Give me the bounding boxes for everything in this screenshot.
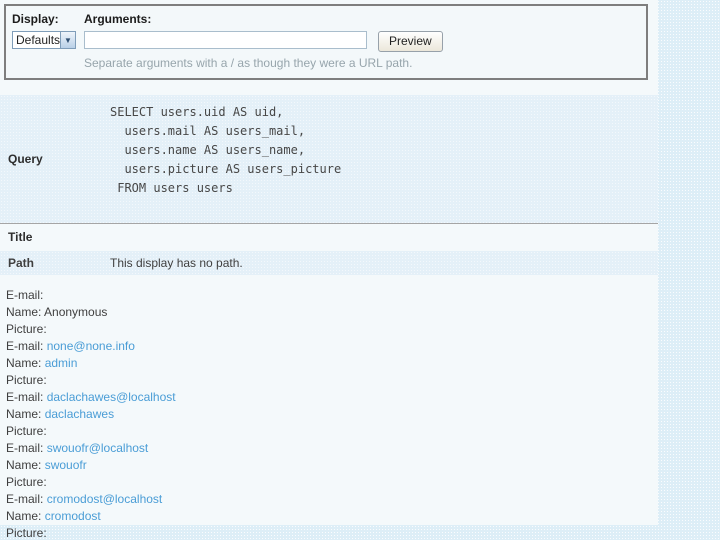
list-item: E-mail: none@none.info [6,340,658,352]
picture-field-label: Picture: [6,373,47,387]
list-item: E-mail: daclachawes@localhost [6,391,658,403]
email-link[interactable]: none@none.info [47,339,135,353]
email-link[interactable]: swouofr@localhost [47,441,149,455]
name-field-label: Name: [6,458,42,472]
arguments-row: Preview [84,31,638,52]
name-link[interactable]: swouofr [45,458,87,472]
email-field-label: E-mail: [6,339,44,353]
list-item: E-mail: swouofr@localhost [6,442,658,454]
arguments-input[interactable] [84,31,367,49]
list-item: Picture: [6,374,658,386]
list-item: E-mail: [6,289,658,301]
query-row: Query SELECT users.uid AS uid, users.mai… [0,95,658,224]
list-item: Name: cromodost [6,510,658,522]
query-label: Query [0,95,110,224]
name-link[interactable]: daclachawes [45,407,114,421]
arguments-help: Separate arguments with a / as though th… [84,56,413,70]
preview-form: Display: Defaults ▼ Arguments: Preview S… [4,4,648,80]
list-item: E-mail: cromodost@localhost [6,493,658,505]
list-item: Name: swouofr [6,459,658,471]
email-link[interactable]: daclachawes@localhost [47,390,176,404]
path-label: Path [0,251,110,275]
display-select[interactable]: Defaults ▼ [12,31,76,49]
picture-field-label: Picture: [6,424,47,438]
display-column: Display: Defaults ▼ [12,12,78,49]
email-field-label: E-mail: [6,390,44,404]
title-label: Title [0,223,110,251]
email-field-label: E-mail: [6,492,44,506]
list-item: Picture: [6,323,658,335]
preview-results: E-mail: Name: Anonymous Picture: E-mail:… [6,289,658,539]
name-field-label: Name: [6,305,42,319]
path-value: This display has no path. [110,251,658,275]
picture-field-label: Picture: [6,475,47,489]
list-item: Name: Anonymous [6,306,658,318]
query-sql: SELECT users.uid AS uid, users.mail AS u… [110,105,342,195]
main-content: Display: Defaults ▼ Arguments: Preview S… [0,0,658,539]
name-link[interactable]: cromodost [45,509,101,523]
arguments-label: Arguments: [84,12,152,26]
view-summary-table: Query SELECT users.uid AS uid, users.mai… [0,95,658,275]
list-item: Name: admin [6,357,658,369]
list-item: Picture: [6,425,658,437]
list-item: Picture: [6,527,658,539]
name-field-label: Name: [6,509,42,523]
title-row: Title [0,223,658,251]
name-field-label: Name: [6,356,42,370]
name-link[interactable]: admin [45,356,78,370]
name-value: Anonymous [44,305,108,319]
email-field-label: E-mail: [6,288,44,302]
display-select-value: Defaults [16,33,61,47]
chevron-down-icon: ▼ [60,32,75,48]
picture-field-label: Picture: [6,526,47,540]
arguments-column: Arguments: Preview Separate arguments wi… [84,12,638,70]
title-value [110,223,658,251]
display-label: Display: [12,12,59,26]
list-item: Picture: [6,476,658,488]
picture-field-label: Picture: [6,322,47,336]
email-field-label: E-mail: [6,441,44,455]
list-item: Name: daclachawes [6,408,658,420]
email-link[interactable]: cromodost@localhost [47,492,163,506]
path-row: Path This display has no path. [0,251,658,275]
preview-button[interactable]: Preview [378,31,443,52]
name-field-label: Name: [6,407,42,421]
